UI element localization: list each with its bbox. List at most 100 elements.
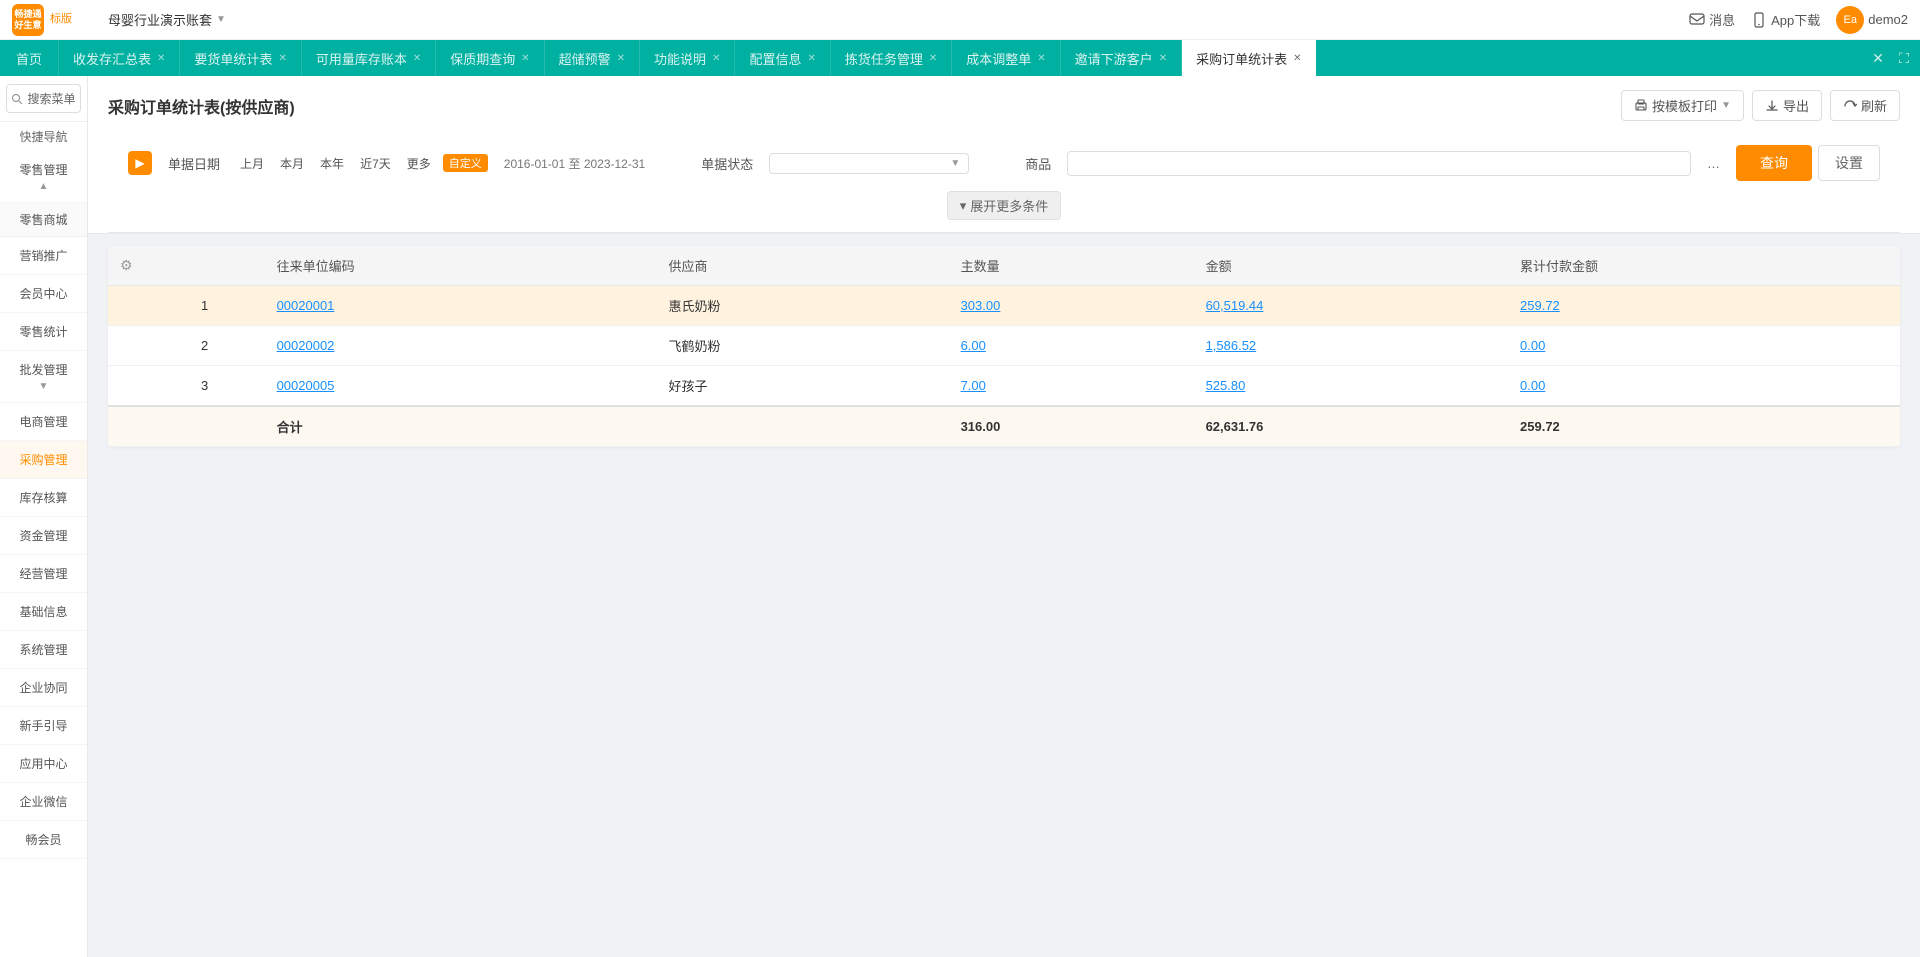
sidebar-item-basic-info[interactable]: 基础信息 (0, 593, 87, 631)
filter-row-expand: ▾ 展开更多条件 (128, 191, 1880, 220)
tab-home[interactable]: 首页 (0, 40, 59, 76)
sidebar-item-fund-mgmt[interactable]: 资金管理 (0, 517, 87, 555)
print-btn[interactable]: 按模板打印 ▼ (1621, 90, 1744, 121)
table-row[interactable]: 3 00020005 好孩子 7.00 525.80 0.00 (108, 366, 1900, 407)
sidebar-item-marketing[interactable]: 营销推广 (0, 237, 87, 275)
refresh-btn-label: 刷新 (1861, 96, 1887, 115)
tab-overstock-warning[interactable]: 超储预警 ✕ (545, 40, 640, 76)
workspace-selector[interactable]: 母婴行业演示账套 ▼ (100, 6, 234, 33)
setting-btn[interactable]: 设置 (1818, 145, 1880, 181)
sidebar-item-vip[interactable]: 畅会员 (0, 821, 87, 859)
tab-usable-stock[interactable]: 可用量库存账本 ✕ (302, 40, 436, 76)
sidebar-item-retail-shop[interactable]: 零售商城 (0, 203, 87, 237)
sidebar-quick-nav-btn[interactable]: 快捷导航 (0, 121, 87, 151)
tab-overstock-warning-close[interactable]: ✕ (617, 53, 625, 64)
th-settings: ⚙ (108, 246, 145, 286)
table-row[interactable]: 2 00020002 飞鹤奶粉 6.00 1,586.52 0.00 (108, 326, 1900, 366)
status-select[interactable]: ▼ (769, 153, 969, 174)
maximize-btn[interactable]: ⛶ (1892, 46, 1916, 70)
tab-purchase-stats-close[interactable]: ✕ (1293, 53, 1301, 64)
chevron-up-icon: ▲ (39, 181, 49, 192)
sidebar-item-label-new-guide: 新手引导 (19, 717, 67, 734)
row-main-qty[interactable]: 6.00 (949, 326, 1194, 366)
tab-cost-adjust[interactable]: 成本调整单 ✕ (952, 40, 1060, 76)
tab-func-desc-close[interactable]: ✕ (712, 53, 720, 64)
row-num: 2 (145, 326, 265, 366)
row-amount[interactable]: 525.80 (1194, 366, 1508, 407)
user-profile-btn[interactable]: Ea demo2 (1836, 6, 1908, 34)
row-supplier-code[interactable]: 00020005 (265, 366, 657, 407)
sidebar-item-ecom-mgmt[interactable]: 电商管理 (0, 403, 87, 441)
tab-invite-downstream-close[interactable]: ✕ (1159, 53, 1167, 64)
app-download-btn[interactable]: App下载 (1751, 10, 1820, 29)
tab-func-desc[interactable]: 功能说明 ✕ (640, 40, 735, 76)
sidebar-item-purchase-mgmt[interactable]: 采购管理 (0, 441, 87, 479)
shortcut-last-month[interactable]: 上月 (236, 153, 268, 174)
tab-expiry-query[interactable]: 保质期查询 ✕ (436, 40, 544, 76)
tab-invite-downstream[interactable]: 邀请下游客户 ✕ (1061, 40, 1182, 76)
tab-goods-stats[interactable]: 要货单统计表 ✕ (180, 40, 301, 76)
shortcut-this-month[interactable]: 本月 (276, 153, 308, 174)
product-input-wrapper (1067, 151, 1691, 176)
table-row[interactable]: 1 00020001 惠氏奶粉 303.00 60,519.44 259.72 (108, 286, 1900, 326)
product-input[interactable] (1076, 156, 1682, 171)
tab-config-info-close[interactable]: ✕ (807, 53, 815, 64)
tab-expiry-query-close[interactable]: ✕ (521, 53, 529, 64)
sidebar-item-app-center[interactable]: 应用中心 (0, 745, 87, 783)
shortcut-this-year[interactable]: 本年 (316, 153, 348, 174)
tab-task-mgmt-close[interactable]: ✕ (929, 53, 937, 64)
sidebar-item-batch-mgmt[interactable]: 批发管理 ▼ (0, 351, 87, 403)
row-num: 1 (145, 286, 265, 326)
logo-icon: 畅捷通好生意 (12, 4, 44, 36)
tab-usable-stock-close[interactable]: ✕ (413, 53, 421, 64)
tab-receive-pay[interactable]: 收发存汇总表 ✕ (59, 40, 180, 76)
tab-goods-stats-close[interactable]: ✕ (278, 53, 286, 64)
close-all-tabs-btn[interactable]: ✕ (1866, 46, 1890, 70)
messages-btn[interactable]: 消息 (1689, 10, 1735, 29)
sidebar-item-retail-mgmt[interactable]: 零售管理 ▲ (0, 151, 87, 203)
main-layout: 搜索菜单 快捷导航 零售管理 ▲ 零售商城 营销推广 会员中心 零售统计 批发管… (0, 76, 1920, 957)
row-paid-amount[interactable]: 0.00 (1508, 326, 1900, 366)
export-btn[interactable]: 导出 (1752, 90, 1822, 121)
custom-date-tag[interactable]: 自定义 (443, 154, 488, 172)
search-btn[interactable]: 查询 (1736, 145, 1812, 181)
shortcut-more[interactable]: 更多 (403, 153, 435, 174)
row-amount[interactable]: 60,519.44 (1194, 286, 1508, 326)
sidebar: 搜索菜单 快捷导航 零售管理 ▲ 零售商城 营销推广 会员中心 零售统计 批发管… (0, 76, 88, 957)
sidebar-item-new-guide[interactable]: 新手引导 (0, 707, 87, 745)
sidebar-item-member-center[interactable]: 会员中心 (0, 275, 87, 313)
row-amount[interactable]: 1,586.52 (1194, 326, 1508, 366)
sidebar-item-operation-mgmt[interactable]: 经营管理 (0, 555, 87, 593)
tab-cost-adjust-close[interactable]: ✕ (1037, 53, 1045, 64)
row-paid-amount[interactable]: 0.00 (1508, 366, 1900, 407)
filter-toggle-btn[interactable]: ▶ (128, 151, 152, 175)
tab-task-mgmt[interactable]: 拣货任务管理 ✕ (831, 40, 952, 76)
row-settings-cell (108, 366, 145, 407)
row-paid-amount[interactable]: 259.72 (1508, 286, 1900, 326)
more-filter-btn[interactable]: … (1707, 156, 1720, 171)
expand-btn[interactable]: ▾ 展开更多条件 (947, 191, 1062, 220)
sidebar-item-sys-mgmt[interactable]: 系统管理 (0, 631, 87, 669)
export-btn-label: 导出 (1783, 96, 1809, 115)
tab-receive-pay-close[interactable]: ✕ (157, 53, 165, 64)
tab-config-info[interactable]: 配置信息 ✕ (735, 40, 830, 76)
gear-icon[interactable]: ⚙ (120, 257, 133, 273)
row-supplier-code[interactable]: 00020001 (265, 286, 657, 326)
tab-home-label: 首页 (16, 49, 42, 68)
row-main-qty[interactable]: 303.00 (949, 286, 1194, 326)
search-icon (11, 93, 23, 105)
expand-btn-label: 展开更多条件 (970, 196, 1048, 215)
sidebar-item-retail-stats[interactable]: 零售统计 (0, 313, 87, 351)
sidebar-search-btn[interactable]: 搜索菜单 (6, 84, 81, 113)
sidebar-item-enterprise-wechat[interactable]: 企业微信 (0, 783, 87, 821)
sidebar-item-label-retail-shop: 零售商城 (19, 213, 67, 227)
filter-toggle-icon: ▶ (135, 156, 144, 170)
row-supplier-code[interactable]: 00020002 (265, 326, 657, 366)
row-main-qty[interactable]: 7.00 (949, 366, 1194, 407)
sidebar-item-enterprise-collab[interactable]: 企业协同 (0, 669, 87, 707)
tab-purchase-stats[interactable]: 采购订单统计表 ✕ (1182, 40, 1316, 76)
refresh-btn[interactable]: 刷新 (1830, 90, 1900, 121)
refresh-icon (1843, 99, 1857, 113)
sidebar-item-stock-check[interactable]: 库存核算 (0, 479, 87, 517)
shortcut-7days[interactable]: 近7天 (356, 153, 395, 174)
